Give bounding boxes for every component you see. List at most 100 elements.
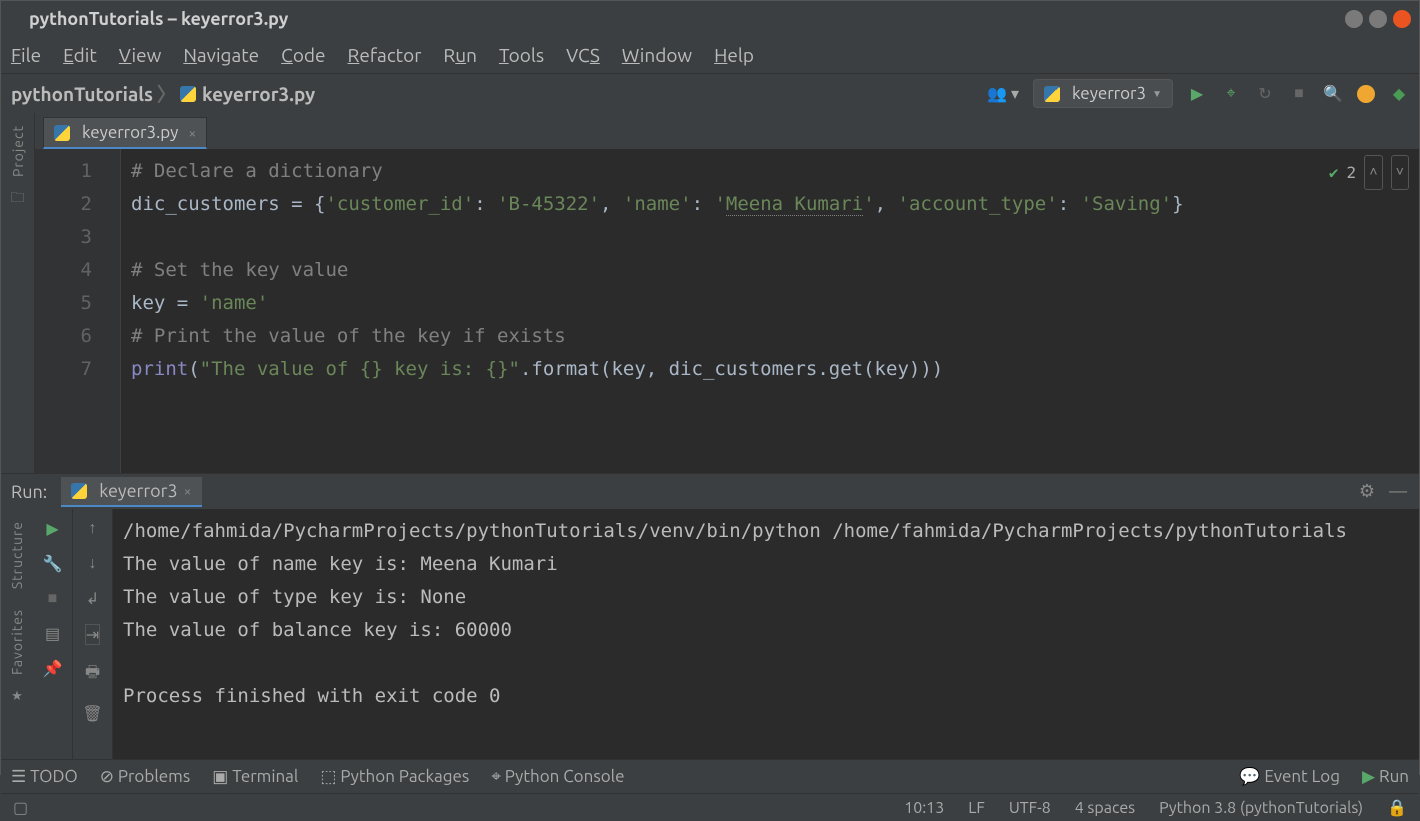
menu-vcs[interactable]: VCS — [566, 44, 600, 66]
menu-file[interactable]: File — [11, 44, 41, 66]
tool-windows-bar: ☰ TODO ⊘ Problems ▣ Terminal ⬚ Python Pa… — [1, 759, 1419, 793]
menu-edit[interactable]: Edit — [63, 44, 97, 66]
folder-icon[interactable]: 🗀 — [11, 187, 25, 211]
breadcrumb-file[interactable]: keyerror3.py — [202, 83, 315, 105]
star-icon[interactable]: ★ — [11, 689, 23, 704]
navbar-right: 👥 ▾ keyerror3 ▼ ▶ ⌖ ↻ ■ 🔍 ◆ — [987, 79, 1409, 108]
minimize-icon[interactable]: — — [1389, 481, 1407, 502]
python-icon — [1044, 86, 1060, 102]
run-header: Run: keyerror3 × ⚙ — — [1, 473, 1419, 509]
code-line: # Set the key value — [131, 259, 348, 281]
check-icon[interactable]: ✔ — [1329, 156, 1339, 189]
rerun-icon[interactable]: ▶ — [46, 519, 58, 538]
lineno: 5 — [41, 287, 92, 320]
menu-help[interactable]: Help — [714, 44, 754, 66]
maximize-button[interactable] — [1369, 10, 1387, 28]
run-toolbar-2: ↑ ↓ ↲ ⇥ 🖶 🗑 — [73, 509, 113, 759]
lineno: 4 — [41, 254, 92, 287]
window-title: pythonTutorials – keyerror3.py — [29, 9, 288, 29]
stop-button[interactable]: ■ — [1289, 84, 1309, 103]
ide-features-icon[interactable]: ◆ — [1389, 84, 1409, 103]
menu-run[interactable]: Run — [443, 44, 477, 66]
lineno: 3 — [41, 221, 92, 254]
python-file-icon — [54, 125, 70, 141]
code-line: # Print the value of the key if exists — [131, 325, 566, 347]
menu-navigate[interactable]: Navigate — [183, 44, 259, 66]
breadcrumb: pythonTutorials 〉 keyerror3.py — [11, 80, 315, 107]
project-tool-tab[interactable]: Project — [10, 125, 26, 177]
code-area[interactable]: # Declare a dictionary dic_customers = {… — [121, 149, 1419, 473]
lineno: 6 — [41, 320, 92, 353]
console-line: /home/fahmida/PycharmProjects/pythonTuto… — [123, 520, 1347, 542]
wrench-icon[interactable]: 🔧 — [43, 554, 63, 573]
interpreter[interactable]: Python 3.8 (pythonTutorials) — [1159, 799, 1363, 817]
menu-view[interactable]: View — [119, 44, 162, 66]
terminal-tab[interactable]: ▣ Terminal — [212, 767, 298, 787]
run-tab-bottom[interactable]: ▶ Run — [1362, 767, 1409, 787]
menu-window[interactable]: Window — [622, 44, 692, 66]
ide-assistant-icon[interactable] — [1357, 85, 1375, 103]
menubar: File Edit View Navigate Code Refactor Ru… — [1, 37, 1419, 73]
debug-button[interactable]: ⌖ — [1221, 84, 1241, 103]
run-tab-label: keyerror3 — [99, 481, 177, 501]
code-line: dic_customers = { — [131, 193, 325, 215]
down-icon[interactable]: ↓ — [89, 554, 97, 573]
editor-body[interactable]: 1 2 3 4 5 6 7 # Declare a dictionary dic… — [35, 149, 1419, 473]
run-toolbar-1: ▶ 🔧 ■ ▤ 📌 — [33, 509, 73, 759]
menu-code[interactable]: Code — [281, 44, 325, 66]
inspection-badges: ✔ 2 ˄ ˅ — [1329, 155, 1409, 190]
run-title: Run: — [11, 482, 47, 502]
code-with-me-icon[interactable]: 👥 ▾ — [987, 84, 1019, 103]
lock-icon[interactable]: 🔒 — [1387, 798, 1407, 817]
chevron-down-icon[interactable]: ˅ — [1391, 155, 1409, 190]
gear-icon[interactable]: ⚙ — [1359, 481, 1375, 502]
problems-tab[interactable]: ⊘ Problems — [100, 767, 191, 787]
titlebar: pythonTutorials – keyerror3.py — [1, 1, 1419, 37]
close-icon[interactable]: × — [188, 125, 196, 141]
pin-icon[interactable]: 📌 — [43, 659, 63, 678]
console-output[interactable]: /home/fahmida/PycharmProjects/pythonTuto… — [113, 509, 1419, 759]
close-icon[interactable]: × — [184, 483, 192, 499]
run-tab[interactable]: keyerror3 × — [61, 477, 201, 507]
scroll-end-icon[interactable]: ⇥ — [85, 624, 100, 645]
search-icon[interactable]: 🔍 — [1323, 84, 1343, 103]
status-bar: ▢ 10:13 LF UTF-8 4 spaces Python 3.8 (py… — [1, 793, 1419, 821]
menu-refactor[interactable]: Refactor — [348, 44, 422, 66]
trash-icon[interactable]: 🗑 — [82, 704, 102, 723]
tool-window-icon[interactable]: ▢ — [13, 798, 28, 817]
caret-position[interactable]: 10:13 — [904, 799, 944, 817]
line-separator[interactable]: LF — [968, 799, 985, 817]
rerun-button[interactable]: ↻ — [1255, 84, 1275, 103]
console-tab[interactable]: ⌖ Python Console — [491, 767, 624, 787]
close-button[interactable] — [1393, 10, 1411, 28]
breadcrumb-project[interactable]: pythonTutorials — [11, 83, 153, 105]
console-line: The value of balance key is: 60000 — [123, 619, 512, 641]
minimize-button[interactable] — [1345, 10, 1363, 28]
packages-tab[interactable]: ⬚ Python Packages — [320, 767, 469, 787]
structure-tool-tab[interactable]: Structure — [9, 521, 25, 589]
event-log-tab[interactable]: 💬 Event Log — [1239, 767, 1340, 787]
encoding[interactable]: UTF-8 — [1009, 799, 1051, 817]
editor-tab[interactable]: keyerror3.py × — [43, 117, 207, 149]
up-icon[interactable]: ↑ — [89, 519, 97, 538]
favorites-tool-tab[interactable]: Favorites — [9, 609, 25, 675]
wrap-icon[interactable]: ↲ — [86, 589, 99, 608]
window-controls — [1345, 10, 1411, 28]
menu-tools[interactable]: Tools — [499, 44, 544, 66]
stop-icon[interactable]: ■ — [48, 589, 58, 608]
print-icon[interactable]: 🖶 — [85, 661, 100, 688]
gutter: 1 2 3 4 5 6 7 — [35, 149, 121, 473]
side-rail: Structure Favorites ★ — [1, 509, 33, 759]
run-config-dropdown[interactable]: keyerror3 ▼ — [1033, 79, 1173, 108]
tab-label: keyerror3.py — [82, 123, 178, 142]
editor-tab-row: keyerror3.py × — [35, 113, 1419, 149]
lineno: 7 — [41, 353, 92, 386]
layout-icon[interactable]: ▤ — [45, 624, 60, 643]
breadcrumb-separator: 〉 — [157, 80, 176, 107]
console-line: The value of name key is: Meena Kumari — [123, 553, 558, 575]
indent[interactable]: 4 spaces — [1075, 799, 1135, 817]
code-line: key = — [131, 292, 200, 314]
run-button[interactable]: ▶ — [1187, 84, 1207, 103]
chevron-up-icon[interactable]: ˄ — [1364, 155, 1382, 190]
todo-tab[interactable]: ☰ TODO — [11, 767, 78, 787]
